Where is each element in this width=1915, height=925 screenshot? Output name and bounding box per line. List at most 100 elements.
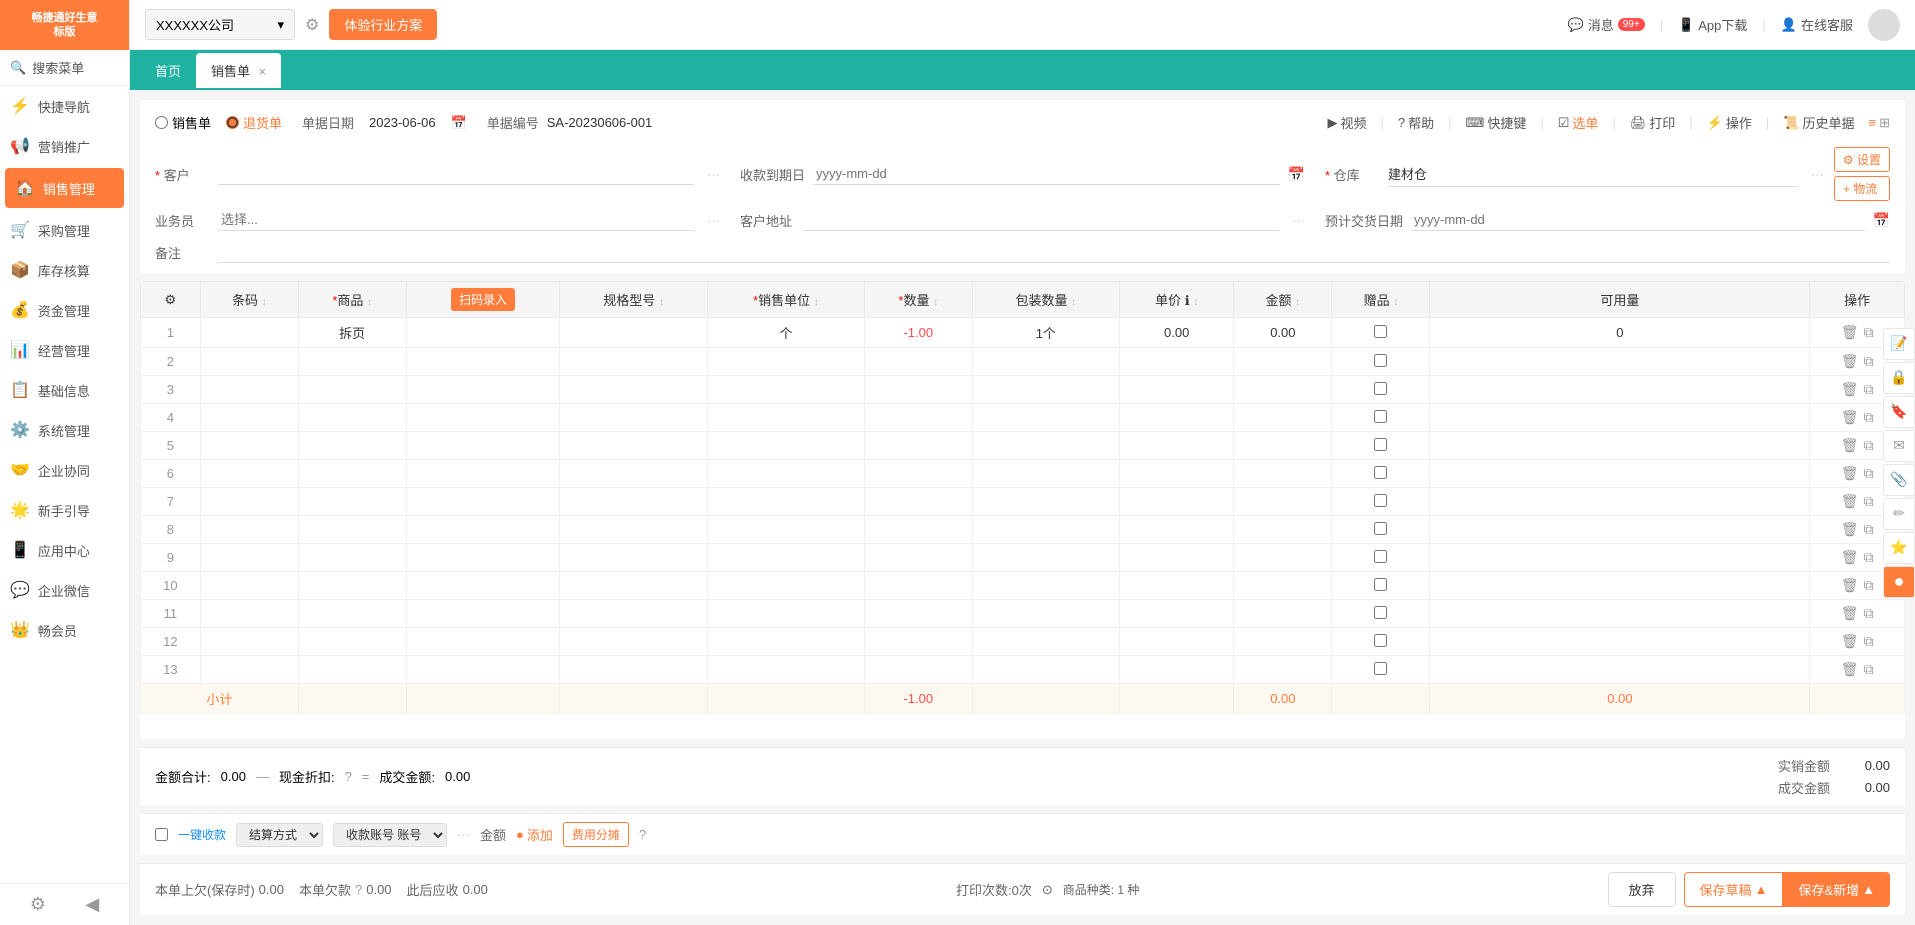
copy-icon[interactable]: ⧉ — [1864, 324, 1874, 341]
grid-view-icon[interactable]: ⊞ — [1879, 115, 1890, 131]
row-unit[interactable] — [707, 572, 864, 600]
row-spec[interactable] — [560, 376, 707, 404]
account-select[interactable]: 收款账号 账号 — [333, 823, 447, 847]
delete-icon[interactable]: 🗑 — [1841, 549, 1859, 566]
gift-checkbox[interactable] — [1374, 606, 1387, 619]
trial-button[interactable]: 体验行业方案 — [329, 9, 437, 40]
sidebar-item-member[interactable]: 👑 畅会员 — [0, 610, 129, 650]
row-amount[interactable]: 0.00 — [1234, 318, 1332, 348]
row-unit[interactable]: 个 — [707, 318, 864, 348]
video-btn[interactable]: ▶ 视频 — [1322, 110, 1373, 135]
row-goods[interactable] — [298, 404, 406, 432]
row-qty[interactable] — [864, 656, 972, 684]
gift-checkbox[interactable] — [1374, 466, 1387, 479]
float-clip-btn[interactable]: 📎 — [1883, 464, 1915, 496]
float-edit-btn[interactable]: ✏ — [1883, 498, 1915, 530]
due-date-input[interactable] — [813, 163, 1280, 185]
gift-checkbox[interactable] — [1374, 634, 1387, 647]
row-unit[interactable] — [707, 376, 864, 404]
col-settings[interactable]: ⚙ — [141, 282, 201, 318]
row-pkg-qty[interactable] — [972, 432, 1119, 460]
row-barcode[interactable] — [200, 376, 298, 404]
row-goods[interactable] — [298, 516, 406, 544]
gift-checkbox[interactable] — [1374, 550, 1387, 563]
gift-checkbox[interactable] — [1374, 410, 1387, 423]
row-unit[interactable] — [707, 404, 864, 432]
row-goods[interactable] — [298, 348, 406, 376]
customer-input[interactable] — [218, 163, 694, 185]
row-qty[interactable]: -1.00 — [864, 318, 972, 348]
gift-checkbox[interactable] — [1374, 382, 1387, 395]
row-pkg-qty[interactable] — [972, 348, 1119, 376]
sidebar-item-quick-nav[interactable]: ⚡ 快捷导航 — [0, 86, 129, 126]
payment-method-select[interactable]: 结算方式 — [236, 823, 323, 847]
save-new-button[interactable]: 保存&新增 ▲ — [1783, 872, 1890, 907]
sidebar-item-enterprise-wechat[interactable]: 💬 企业微信 — [0, 570, 129, 610]
fee-split-button[interactable]: 费用分摊 — [563, 822, 629, 847]
row-qty[interactable] — [864, 460, 972, 488]
warehouse-value[interactable]: 建材仓 — [1388, 161, 1798, 187]
row-action[interactable]: 🗑⧉ — [1810, 628, 1905, 656]
sidebar-item-inventory[interactable]: 📦 库存核算 — [0, 250, 129, 290]
delete-icon[interactable]: 🗑 — [1841, 324, 1859, 341]
delete-icon[interactable]: 🗑 — [1841, 409, 1859, 426]
row-price[interactable] — [1120, 460, 1234, 488]
delete-icon[interactable]: 🗑 — [1841, 605, 1859, 622]
row-spec[interactable] — [560, 404, 707, 432]
row-unit[interactable] — [707, 488, 864, 516]
copy-icon[interactable]: ⧉ — [1864, 437, 1874, 454]
row-qty[interactable] — [864, 628, 972, 656]
row-spec[interactable] — [560, 628, 707, 656]
row-goods[interactable]: 拆页 — [298, 318, 406, 348]
delete-icon[interactable]: 🗑 — [1841, 633, 1859, 650]
row-pkg-qty[interactable] — [972, 516, 1119, 544]
row-unit[interactable] — [707, 544, 864, 572]
gift-checkbox[interactable] — [1374, 354, 1387, 367]
row-amount[interactable] — [1234, 404, 1332, 432]
row-gift[interactable] — [1332, 572, 1430, 600]
row-goods[interactable] — [298, 460, 406, 488]
sidebar-item-sales[interactable]: 🏠 销售管理 — [5, 168, 124, 208]
customer-address-dots[interactable]: ··· — [1292, 213, 1305, 228]
row-goods[interactable] — [298, 656, 406, 684]
row-price[interactable] — [1120, 516, 1234, 544]
float-lock-btn[interactable]: 🔒 — [1883, 362, 1915, 394]
one-click-checkbox[interactable] — [155, 828, 168, 841]
row-amount[interactable] — [1234, 376, 1332, 404]
row-barcode[interactable] — [200, 318, 298, 348]
row-barcode[interactable] — [200, 656, 298, 684]
row-goods[interactable] — [298, 628, 406, 656]
copy-icon[interactable]: ⧉ — [1864, 577, 1874, 594]
row-barcode[interactable] — [200, 432, 298, 460]
gift-checkbox[interactable] — [1374, 494, 1387, 507]
row-spec[interactable] — [560, 600, 707, 628]
row-barcode[interactable] — [200, 460, 298, 488]
scan-button[interactable]: 扫码录入 — [451, 288, 515, 311]
settings-icon[interactable]: ⚙ — [30, 894, 46, 915]
customer-address-input[interactable] — [803, 209, 1279, 231]
shortcut-btn[interactable]: ⌨ 快捷键 — [1460, 110, 1533, 135]
avatar[interactable] — [1868, 9, 1900, 41]
row-gift[interactable] — [1332, 488, 1430, 516]
row-goods[interactable] — [298, 432, 406, 460]
row-spec[interactable] — [560, 572, 707, 600]
gift-checkbox[interactable] — [1374, 662, 1387, 675]
delete-icon[interactable]: 🗑 — [1841, 493, 1859, 510]
copy-icon[interactable]: ⧉ — [1864, 549, 1874, 566]
row-goods[interactable] — [298, 376, 406, 404]
row-pkg-qty[interactable] — [972, 404, 1119, 432]
row-amount[interactable] — [1234, 600, 1332, 628]
row-gift[interactable] — [1332, 348, 1430, 376]
list-view-icon[interactable]: ≡ — [1869, 115, 1877, 131]
help-owe-icon[interactable]: ? — [355, 882, 362, 897]
sidebar-item-basic-info[interactable]: 📋 基础信息 — [0, 370, 129, 410]
row-barcode[interactable] — [200, 628, 298, 656]
row-spec[interactable] — [560, 318, 707, 348]
row-gift[interactable] — [1332, 376, 1430, 404]
row-pkg-qty[interactable] — [972, 544, 1119, 572]
remarks-input[interactable] — [218, 241, 1890, 263]
float-note-btn[interactable]: 📝 — [1883, 328, 1915, 360]
row-spec[interactable] — [560, 348, 707, 376]
date-value[interactable]: 2023-06-06 — [369, 115, 436, 130]
select-btn[interactable]: ☑ 选单 — [1552, 110, 1605, 135]
